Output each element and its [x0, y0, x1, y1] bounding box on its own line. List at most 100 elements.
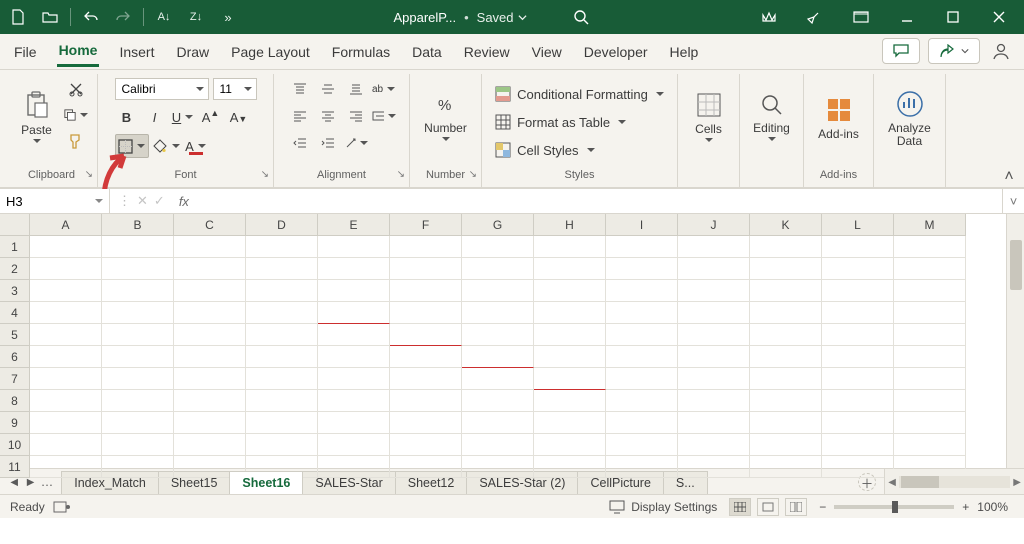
cell[interactable] — [678, 346, 750, 368]
paste-button[interactable]: Paste — [16, 78, 58, 160]
cell[interactable] — [102, 236, 174, 258]
zoom-slider[interactable] — [834, 505, 954, 509]
cell[interactable] — [750, 302, 822, 324]
cell[interactable] — [390, 368, 462, 390]
cell[interactable] — [822, 302, 894, 324]
cell[interactable] — [606, 390, 678, 412]
orientation-icon[interactable] — [344, 132, 368, 154]
cell[interactable] — [606, 258, 678, 280]
cell[interactable] — [750, 236, 822, 258]
cell[interactable] — [822, 258, 894, 280]
spreadsheet-grid[interactable]: ABCDEFGHIJKLM 1234567891011 — [0, 214, 1024, 468]
addins-button[interactable]: Add-ins — [810, 78, 868, 160]
row-header[interactable]: 11 — [0, 456, 29, 478]
coming-soon-icon[interactable] — [794, 2, 836, 32]
cut-icon[interactable] — [64, 78, 88, 100]
tab-file[interactable]: File — [12, 38, 39, 66]
row-header[interactable]: 1 — [0, 236, 29, 258]
align-top-icon[interactable] — [288, 78, 312, 100]
cell[interactable] — [606, 324, 678, 346]
cell[interactable] — [534, 368, 606, 390]
zoom-out-button[interactable]: − — [819, 500, 826, 514]
zoom-in-button[interactable]: + — [962, 500, 969, 514]
cell[interactable] — [102, 302, 174, 324]
cell[interactable] — [462, 258, 534, 280]
cell[interactable] — [894, 390, 966, 412]
cell[interactable] — [462, 302, 534, 324]
cell[interactable] — [102, 390, 174, 412]
font-size-select[interactable]: 11 — [213, 78, 257, 100]
cell[interactable] — [30, 324, 102, 346]
cell[interactable] — [390, 412, 462, 434]
cell[interactable] — [318, 346, 390, 368]
fx-label[interactable]: fx — [173, 189, 195, 213]
cell[interactable] — [462, 456, 534, 478]
cell[interactable] — [894, 258, 966, 280]
row-header[interactable]: 7 — [0, 368, 29, 390]
cell[interactable] — [462, 236, 534, 258]
grow-font-icon[interactable]: A▲ — [199, 105, 223, 129]
font-name-select[interactable]: Calibri — [115, 78, 209, 100]
cell[interactable] — [318, 434, 390, 456]
formula-input[interactable] — [195, 189, 1002, 213]
alignment-launcher-icon[interactable]: ↘ — [397, 169, 405, 180]
cell[interactable] — [534, 258, 606, 280]
cell[interactable] — [102, 434, 174, 456]
cell[interactable] — [606, 412, 678, 434]
cell[interactable] — [318, 390, 390, 412]
cell[interactable] — [246, 302, 318, 324]
cell[interactable] — [246, 434, 318, 456]
cell[interactable] — [534, 324, 606, 346]
cell[interactable] — [606, 346, 678, 368]
tab-help[interactable]: Help — [668, 38, 701, 66]
cell[interactable] — [678, 412, 750, 434]
cell[interactable] — [390, 390, 462, 412]
cell[interactable] — [246, 324, 318, 346]
cell[interactable] — [534, 302, 606, 324]
cell[interactable] — [102, 456, 174, 478]
cell[interactable] — [606, 236, 678, 258]
cell[interactable] — [750, 346, 822, 368]
cell[interactable] — [606, 302, 678, 324]
row-header[interactable]: 3 — [0, 280, 29, 302]
close-button[interactable] — [978, 2, 1020, 32]
cell[interactable] — [822, 412, 894, 434]
cell[interactable] — [678, 280, 750, 302]
cell[interactable] — [318, 236, 390, 258]
font-color-button[interactable]: A — [184, 134, 208, 158]
cell-styles-button[interactable]: Cell Styles — [495, 138, 594, 162]
formula-options-icon[interactable]: ⋮ — [118, 193, 131, 209]
fill-color-button[interactable] — [153, 134, 180, 158]
align-left-icon[interactable] — [288, 105, 312, 127]
cell[interactable] — [462, 412, 534, 434]
cell[interactable] — [894, 412, 966, 434]
row-header[interactable]: 9 — [0, 412, 29, 434]
format-as-table-button[interactable]: Format as Table — [495, 110, 626, 134]
row-header[interactable]: 5 — [0, 324, 29, 346]
macro-record-icon[interactable] — [53, 500, 71, 514]
new-file-icon[interactable] — [4, 3, 32, 31]
cell[interactable] — [894, 280, 966, 302]
cell[interactable] — [894, 236, 966, 258]
cell[interactable] — [750, 434, 822, 456]
cell[interactable] — [30, 280, 102, 302]
cell[interactable] — [750, 324, 822, 346]
cell[interactable] — [30, 236, 102, 258]
cell[interactable] — [246, 390, 318, 412]
conditional-formatting-button[interactable]: Conditional Formatting — [495, 82, 664, 106]
cell[interactable] — [30, 346, 102, 368]
cell[interactable] — [822, 346, 894, 368]
row-header[interactable]: 2 — [0, 258, 29, 280]
cell[interactable] — [462, 390, 534, 412]
cell[interactable] — [246, 236, 318, 258]
cell[interactable] — [102, 346, 174, 368]
cell[interactable] — [390, 236, 462, 258]
collapse-ribbon-icon[interactable]: ˄ — [1000, 169, 1018, 185]
cell[interactable] — [750, 258, 822, 280]
zoom-level[interactable]: 100% — [977, 500, 1008, 514]
sort-asc-icon[interactable]: A↓ — [150, 3, 178, 31]
format-painter-icon[interactable] — [64, 130, 88, 152]
cell[interactable] — [174, 434, 246, 456]
align-middle-icon[interactable] — [316, 78, 340, 100]
column-header[interactable]: F — [390, 214, 462, 235]
